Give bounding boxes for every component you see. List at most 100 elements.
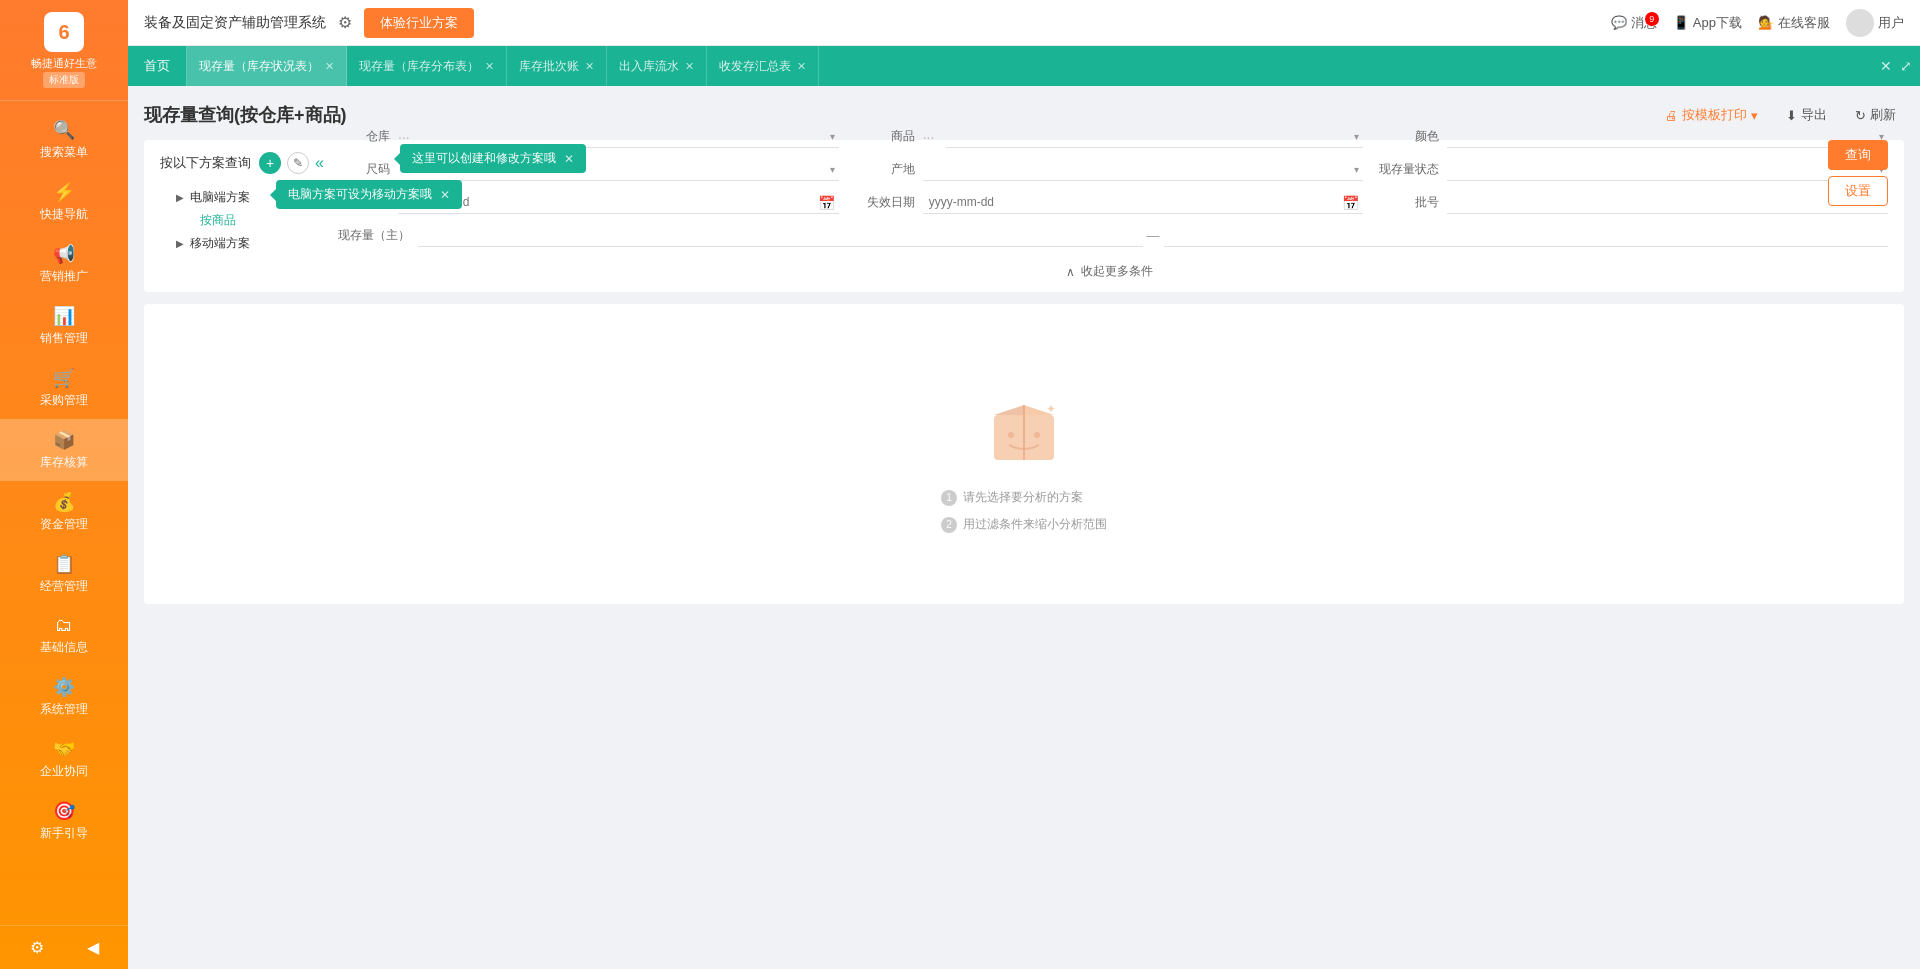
sidebar-item-system[interactable]: ⚙️ 系统管理	[0, 666, 128, 728]
tooltip-close-btn[interactable]: ✕	[564, 152, 574, 166]
produce-date-wrapper: 📅	[398, 191, 839, 214]
tab-inventory-status[interactable]: 现存量（库存状况表） ✕	[187, 46, 347, 86]
sidebar-item-finance[interactable]: 💰 资金管理	[0, 481, 128, 543]
add-scheme-btn[interactable]: +	[259, 152, 281, 174]
industry-btn[interactable]: 体验行业方案	[364, 8, 474, 38]
template-print-label: 按模板打印	[1682, 106, 1747, 124]
warehouse-label: 仓库	[330, 128, 390, 145]
tab-close-icon[interactable]: ✕	[585, 60, 594, 73]
tab-label: 现存量（库存状况表）	[199, 58, 319, 75]
header-right: 💬 9 消息 📱 App下载 💁 在线客服 用户	[1611, 9, 1904, 37]
desktop-tooltip-text: 电脑方案可设为移动方案哦	[288, 186, 432, 203]
inventory-icon: 📦	[53, 429, 75, 451]
empty-steps: 1 请先选择要分析的方案 2 用过滤条件来缩小分析范围	[941, 485, 1107, 533]
header-left: 装备及固定资产辅助管理系统 ⚙ 体验行业方案	[144, 8, 474, 38]
step-1-num: 1	[941, 490, 957, 506]
app-icon: 📱	[1673, 15, 1689, 30]
filter-product: 商品 ···	[855, 125, 1364, 148]
sidebar-bottom: ⚙ ◀	[0, 925, 128, 969]
sidebar-item-purchase[interactable]: 🛒 采购管理	[0, 357, 128, 419]
sales-icon: 📊	[53, 305, 75, 327]
color-select[interactable]	[1447, 125, 1888, 148]
origin-select-wrapper	[923, 158, 1364, 181]
collab-icon: 🤝	[53, 738, 75, 760]
message-action[interactable]: 💬 9 消息	[1611, 14, 1657, 32]
chevron-right-icon: ▶	[176, 238, 184, 249]
tab-close-icon[interactable]: ✕	[685, 60, 694, 73]
service-action[interactable]: 💁 在线客服	[1758, 14, 1830, 32]
tab-home[interactable]: 首页	[128, 46, 187, 86]
color-label: 颜色	[1379, 128, 1439, 145]
sidebar-item-inventory[interactable]: 📦 库存核算	[0, 419, 128, 481]
expire-date-wrapper: 📅	[923, 191, 1364, 214]
edit-scheme-btn[interactable]: ✎	[287, 152, 309, 174]
query-panel: 按以下方案查询 + ✎ « 这里可以创建和修改方案哦 ✕ ▶ 电脑端方案	[144, 140, 1904, 292]
sidebar-item-collab[interactable]: 🤝 企业协同	[0, 728, 128, 790]
scheme-mobile[interactable]: ▶ 移动端方案	[176, 232, 1888, 255]
collapse-label: 收起更多条件	[1081, 263, 1153, 280]
sidebar-item-basic[interactable]: 🗂 基础信息	[0, 605, 128, 666]
tab-close-icon[interactable]: ✕	[797, 60, 806, 73]
tab-receive-summary[interactable]: 收发存汇总表 ✕	[707, 46, 819, 86]
inventory-status-wrapper	[1447, 158, 1888, 181]
setting-btn[interactable]: 设置	[1828, 176, 1888, 206]
operations-icon: 📋	[53, 553, 75, 575]
inventory-status-select[interactable]	[1447, 158, 1888, 181]
sidebar-menu: 🔍 搜索菜单 ⚡ 快捷导航 📢 营销推广 📊 销售管理 🛒 采购管理 📦 库存核…	[0, 101, 128, 925]
sidebar-item-operations[interactable]: 📋 经营管理	[0, 543, 128, 605]
tab-close-icon[interactable]: ✕	[485, 60, 494, 73]
purchase-icon: 🛒	[53, 367, 75, 389]
filter-origin: 产地	[855, 158, 1364, 181]
produce-date-input[interactable]	[398, 191, 839, 214]
product-select-wrapper	[946, 125, 1363, 148]
warehouse-dots[interactable]: ···	[398, 129, 410, 145]
filter-inventory-status: 现存量状态	[1379, 158, 1888, 181]
sidebar-item-marketing[interactable]: 📢 营销推广	[0, 233, 128, 295]
sidebar-item-guide[interactable]: 🎯 新手引导	[0, 790, 128, 852]
chevron-up-icon: ∧	[1066, 265, 1075, 279]
sidebar: 6 畅捷通好生意 标准版 🔍 搜索菜单 ⚡ 快捷导航 📢 营销推广 📊 销售管理…	[0, 0, 128, 969]
search-icon: 🔍	[53, 119, 75, 141]
tab-bar: 首页 现存量（库存状况表） ✕ 现存量（库存分布表） ✕ 库存批次账 ✕ 出入库…	[128, 46, 1920, 86]
empty-step-2: 2 用过滤条件来缩小分析范围	[941, 516, 1107, 533]
tab-inventory-dist[interactable]: 现存量（库存分布表） ✕	[347, 46, 507, 86]
app-download-action[interactable]: 📱 App下载	[1673, 14, 1742, 32]
refresh-icon: ↻	[1855, 108, 1866, 123]
message-badge: 9	[1645, 12, 1659, 26]
product-dots[interactable]: ···	[923, 129, 935, 145]
basic-icon: 🗂	[55, 615, 73, 636]
tab-label: 现存量（库存分布表）	[359, 58, 479, 75]
sidebar-settings-btn[interactable]: ⚙	[26, 934, 48, 961]
tab-in-out-flow[interactable]: 出入库流水 ✕	[607, 46, 707, 86]
header-settings-icon[interactable]: ⚙	[338, 13, 352, 32]
tab-close-all-icon[interactable]: ✕	[1880, 58, 1892, 74]
tab-fullscreen-icon[interactable]: ⤢	[1900, 58, 1912, 74]
filter-color: 颜色	[1379, 125, 1888, 148]
query-header-actions: + ✎ «	[259, 152, 324, 174]
desktop-tooltip-close[interactable]: ✕	[440, 188, 450, 202]
sidebar-logo: 6 畅捷通好生意 标准版	[0, 0, 128, 101]
origin-select[interactable]	[923, 158, 1364, 181]
collapse-scheme-btn[interactable]: «	[315, 154, 324, 172]
user-action[interactable]: 用户	[1846, 9, 1904, 37]
sidebar-item-label: 营销推广	[40, 268, 88, 285]
tab-batch-ledger[interactable]: 库存批次账 ✕	[507, 46, 607, 86]
search-btn[interactable]: 查询	[1828, 140, 1888, 170]
sidebar-collapse-btn[interactable]: ◀	[83, 934, 103, 961]
tab-close-icon[interactable]: ✕	[325, 60, 334, 73]
tab-label: 库存批次账	[519, 58, 579, 75]
tab-home-label: 首页	[144, 57, 170, 75]
user-label: 用户	[1878, 14, 1904, 32]
sidebar-item-quick[interactable]: ⚡ 快捷导航	[0, 171, 128, 233]
page-title: 现存量查询(按仓库+商品)	[144, 103, 347, 127]
sidebar-item-label: 库存核算	[40, 454, 88, 471]
message-icon: 💬	[1611, 15, 1627, 30]
expire-date-input[interactable]	[923, 191, 1364, 214]
collapse-bar[interactable]: ∧ 收起更多条件	[330, 255, 1888, 280]
desktop-scheme-label: 电脑端方案	[190, 189, 250, 206]
sidebar-item-search[interactable]: 🔍 搜索菜单	[0, 109, 128, 171]
product-select[interactable]	[946, 125, 1363, 148]
sidebar-item-sales[interactable]: 📊 销售管理	[0, 295, 128, 357]
mobile-scheme-label: 移动端方案	[190, 235, 250, 252]
refresh-label: 刷新	[1870, 106, 1896, 124]
